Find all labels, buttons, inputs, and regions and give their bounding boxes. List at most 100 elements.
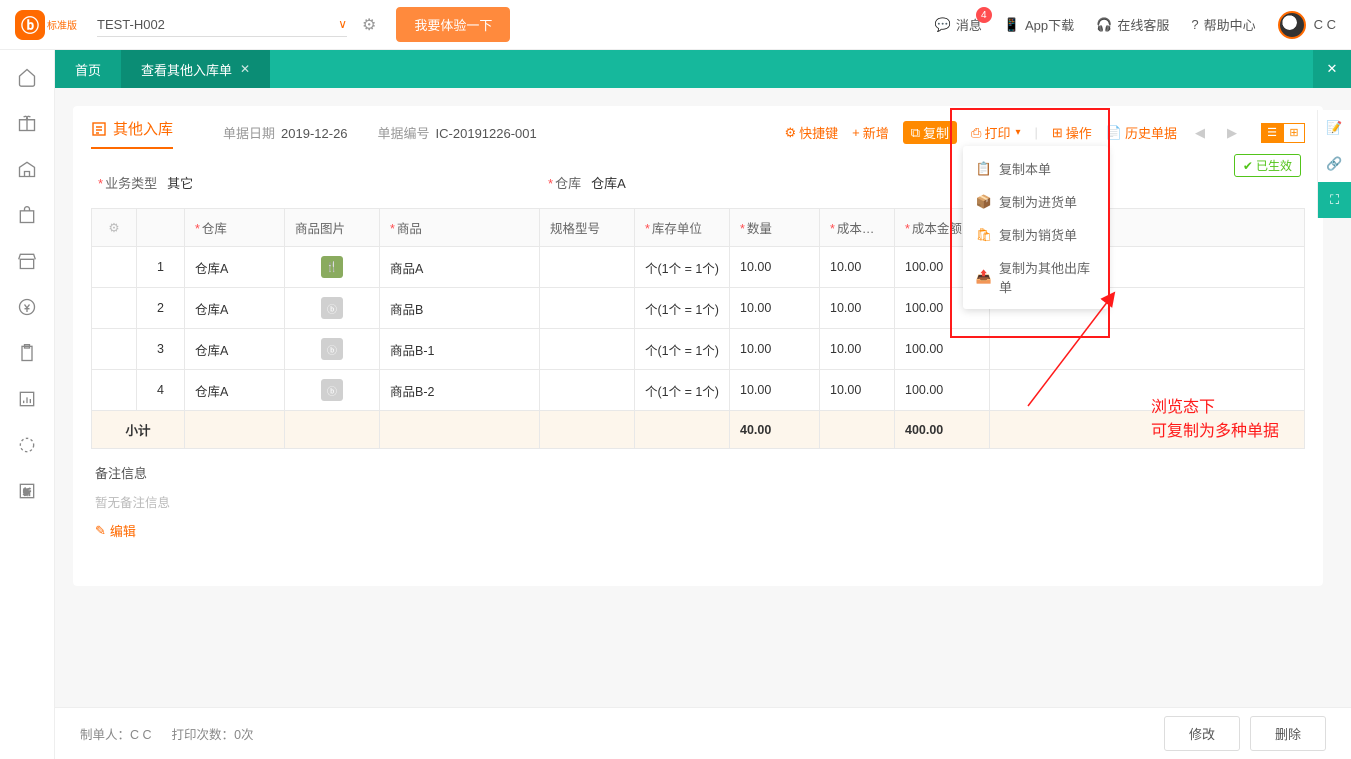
copy-item-self[interactable]: 📋复制本单 xyxy=(963,152,1108,185)
grid-icon: ⊞ xyxy=(1052,125,1063,141)
help-label: 帮助中心 xyxy=(1204,15,1256,34)
row-unit: 个(1个 = 1个) xyxy=(635,370,730,411)
view-grid-icon[interactable]: ⊞ xyxy=(1283,123,1305,143)
rail-expand-icon[interactable]: ⛶ xyxy=(1317,182,1351,218)
support-link[interactable]: 🎧 在线客服 xyxy=(1096,15,1169,34)
tab-home[interactable]: 首页 xyxy=(55,50,121,88)
table-row[interactable]: 2 仓库A ⓑ 商品B 个(1个 = 1个) 10.00 10.00 100.0… xyxy=(92,288,1305,329)
subtotal-amount: 400.00 xyxy=(895,411,990,449)
row-price: 10.00 xyxy=(820,247,895,288)
th-price: 成本单价 xyxy=(837,222,887,236)
avatar xyxy=(1278,11,1306,39)
nav-home-icon[interactable] xyxy=(15,65,39,89)
nav-sync-icon[interactable] xyxy=(15,433,39,457)
nav-clipboard-icon[interactable] xyxy=(15,341,39,365)
edit-icon: ✎ xyxy=(95,523,106,539)
table-row[interactable]: 4 仓库A ⓑ 商品B-2 个(1个 = 1个) 10.00 10.00 100… xyxy=(92,370,1305,411)
table-gear-icon[interactable]: ⚙ xyxy=(108,221,119,235)
th-image: 商品图片 xyxy=(285,209,380,247)
shortcut-link[interactable]: ⚙快捷键 xyxy=(784,123,838,142)
subtotal-qty: 40.00 xyxy=(730,411,820,449)
th-unit: 库存单位 xyxy=(652,222,702,236)
th-warehouse: 仓库 xyxy=(202,222,227,236)
top-header: ⓑ 标准版 TEST-H002 ∨ ⚙ 我要体验一下 💬 消息 4 📱 App下… xyxy=(0,0,1351,50)
user-menu[interactable]: C C xyxy=(1278,11,1336,39)
doc-icon xyxy=(91,121,107,137)
status-badge: ✔已生效 xyxy=(1234,154,1301,177)
remark-title: 备注信息 xyxy=(95,463,1301,482)
warehouse-label: 仓库 xyxy=(555,176,581,191)
tab-close-icon[interactable]: ✕ xyxy=(240,62,250,76)
tab-current[interactable]: 查看其他入库单 ✕ xyxy=(121,50,270,88)
biz-type-label: 业务类型 xyxy=(105,176,157,191)
row-avail xyxy=(990,329,1305,370)
nav-bag-icon[interactable] xyxy=(15,203,39,227)
doc-no-value: IC-20191226-001 xyxy=(436,126,537,141)
rail-link-icon[interactable]: 🔗 xyxy=(1317,146,1351,182)
branch-name: TEST-H002 xyxy=(97,17,330,32)
print-count-value: 0次 xyxy=(234,728,253,742)
doc-date-value: 2019-12-26 xyxy=(281,126,348,141)
nav-store-icon[interactable] xyxy=(15,249,39,273)
help-link[interactable]: ? 帮助中心 xyxy=(1191,15,1255,34)
right-toolbar: 📝 🔗 ⛶ xyxy=(1317,110,1351,218)
nav-gift-icon[interactable] xyxy=(15,111,39,135)
copy-item-outbound[interactable]: 📤复制为其他出库单 xyxy=(963,251,1108,303)
nav-warehouse-icon[interactable] xyxy=(15,157,39,181)
row-index: 2 xyxy=(137,288,185,329)
plus-icon: + xyxy=(852,125,860,140)
app-download-link[interactable]: 📱 App下载 xyxy=(1004,15,1074,34)
document-header: 其他入库 单据日期2019-12-26 单据编号IC-20191226-001 … xyxy=(73,106,1323,155)
settings-icon[interactable]: ⚙ xyxy=(362,15,376,35)
tab-current-label: 查看其他入库单 xyxy=(141,60,232,79)
nav-report-icon[interactable] xyxy=(15,387,39,411)
th-spec: 规格型号 xyxy=(540,209,635,247)
status-text: 已生效 xyxy=(1256,157,1292,174)
row-qty: 10.00 xyxy=(730,370,820,411)
message-badge: 4 xyxy=(976,7,992,23)
remark-edit-button[interactable]: ✎编辑 xyxy=(95,521,1301,540)
nav-new-icon[interactable]: 新 xyxy=(15,479,39,503)
ops-button[interactable]: ⊞操作 xyxy=(1052,123,1092,142)
prev-doc-icon[interactable]: ◀ xyxy=(1191,125,1209,141)
row-spec xyxy=(540,247,635,288)
copy-item-label: 复制为进货单 xyxy=(999,192,1077,211)
row-qty: 10.00 xyxy=(730,288,820,329)
copy-button[interactable]: ⧉复制 xyxy=(903,121,957,144)
next-doc-icon[interactable]: ▶ xyxy=(1223,125,1241,141)
nav-money-icon[interactable] xyxy=(15,295,39,319)
doc-type-tab[interactable]: 其他入库 xyxy=(91,118,173,149)
history-button[interactable]: 📄历史单据 xyxy=(1106,123,1177,142)
cta-button[interactable]: 我要体验一下 xyxy=(396,7,510,42)
copy-item-purchase[interactable]: 📦复制为进货单 xyxy=(963,185,1108,218)
print-count-label: 打印次数： xyxy=(172,728,235,742)
row-product: 商品B xyxy=(380,288,540,329)
row-unit: 个(1个 = 1个) xyxy=(635,247,730,288)
print-button[interactable]: ⎙打印▾ xyxy=(971,123,1020,142)
view-list-icon[interactable]: ☰ xyxy=(1261,123,1283,143)
rail-note-icon[interactable]: 📝 xyxy=(1317,110,1351,146)
modify-button[interactable]: 修改 xyxy=(1164,716,1240,751)
th-amount: 成本金额 xyxy=(912,222,962,236)
delete-button[interactable]: 删除 xyxy=(1250,716,1326,751)
branch-selector[interactable]: TEST-H002 ∨ xyxy=(97,13,347,37)
close-all-tabs[interactable]: ✕ xyxy=(1313,50,1351,88)
row-price: 10.00 xyxy=(820,288,895,329)
copy-doc-icon: 📋 xyxy=(977,162,991,176)
chevron-down-icon: ∨ xyxy=(338,17,347,31)
doc-type-label: 其他入库 xyxy=(113,118,173,139)
messages-link[interactable]: 💬 消息 4 xyxy=(935,15,982,34)
app-download-label: App下载 xyxy=(1025,15,1074,34)
copy-item-label: 复制为其他出库单 xyxy=(999,258,1094,296)
headset-icon: 🎧 xyxy=(1096,17,1112,33)
logo-icon: ⓑ xyxy=(15,10,45,40)
table-row[interactable]: 1 仓库A 🍴 商品A 个(1个 = 1个) 10.00 10.00 100.0… xyxy=(92,247,1305,288)
copy-dropdown: 📋复制本单 📦复制为进货单 🛍复制为销货单 📤复制为其他出库单 xyxy=(963,146,1108,309)
row-unit: 个(1个 = 1个) xyxy=(635,329,730,370)
field-warehouse: *仓库 仓库A xyxy=(548,173,988,192)
table-row[interactable]: 3 仓库A ⓑ 商品B-1 个(1个 = 1个) 10.00 10.00 100… xyxy=(92,329,1305,370)
add-button[interactable]: +新增 xyxy=(852,123,889,142)
warehouse-value: 仓库A xyxy=(591,173,626,192)
copy-item-sales[interactable]: 🛍复制为销货单 xyxy=(963,218,1108,251)
row-index: 1 xyxy=(137,247,185,288)
